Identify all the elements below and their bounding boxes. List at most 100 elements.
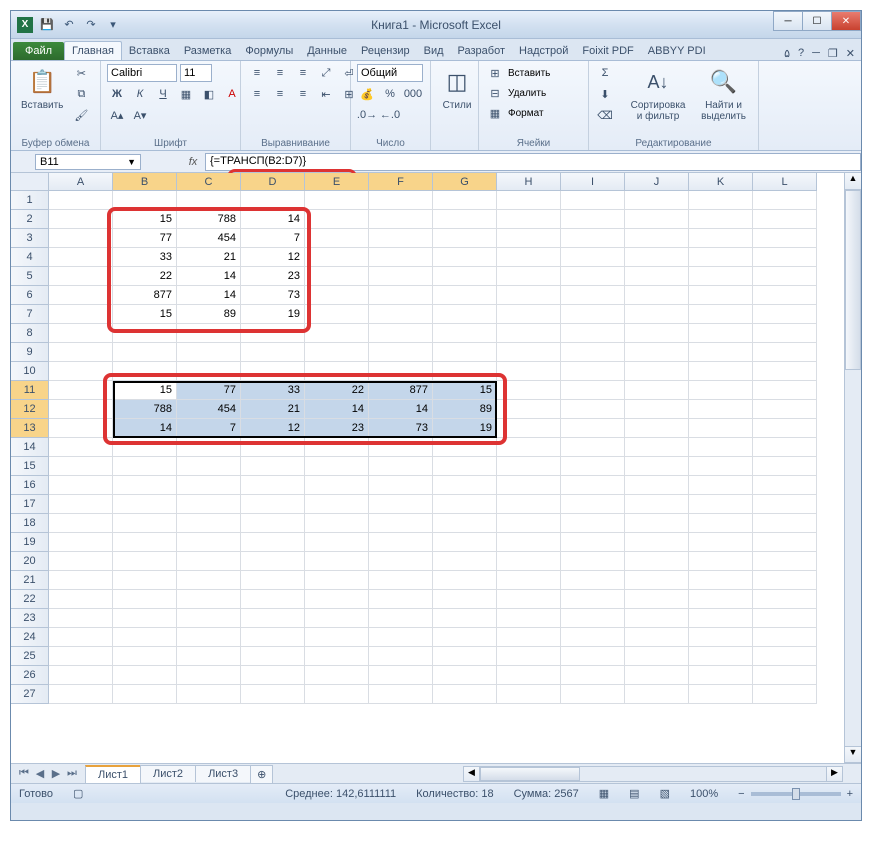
cell-G5[interactable] [433,267,497,286]
column-headers[interactable]: ABCDEFGHIJKL [49,173,817,191]
cell-L27[interactable] [753,685,817,704]
cell-H17[interactable] [497,495,561,514]
cell-J16[interactable] [625,476,689,495]
cell-A17[interactable] [49,495,113,514]
cell-A18[interactable] [49,514,113,533]
comma-icon[interactable]: 000 [403,85,423,103]
cell-E27[interactable] [305,685,369,704]
row-headers[interactable]: 1234567891011121314151617181920212223242… [11,191,49,704]
vertical-scrollbar[interactable]: ▲ ▼ [844,173,861,763]
cell-J4[interactable] [625,248,689,267]
cell-I5[interactable] [561,267,625,286]
cell-I7[interactable] [561,305,625,324]
cell-C11[interactable]: 77 [177,381,241,400]
cell-I11[interactable] [561,381,625,400]
doc-close-icon[interactable]: ✕ [846,47,855,60]
cell-H11[interactable] [497,381,561,400]
cell-J17[interactable] [625,495,689,514]
cell-C14[interactable] [177,438,241,457]
cell-E21[interactable] [305,571,369,590]
sheet-tab-3[interactable]: Лист3 [195,765,251,782]
cell-A14[interactable] [49,438,113,457]
cell-L8[interactable] [753,324,817,343]
cell-L12[interactable] [753,400,817,419]
cell-K17[interactable] [689,495,753,514]
cell-D16[interactable] [241,476,305,495]
zoom-out-icon[interactable]: − [738,788,744,800]
cell-E16[interactable] [305,476,369,495]
zoom-in-icon[interactable]: + [847,788,853,800]
worksheet-grid[interactable]: ABCDEFGHIJKL 123456789101112131415161718… [11,173,861,763]
cell-H8[interactable] [497,324,561,343]
row-header-6[interactable]: 6 [11,286,49,305]
cell-J15[interactable] [625,457,689,476]
redo-icon[interactable]: ↷ [83,17,99,33]
cell-E8[interactable] [305,324,369,343]
cell-I10[interactable] [561,362,625,381]
col-header-B[interactable]: B [113,173,177,191]
cell-F22[interactable] [369,590,433,609]
cell-B24[interactable] [113,628,177,647]
cell-F19[interactable] [369,533,433,552]
align-right-icon[interactable]: ≡ [293,85,313,103]
view-pagebreak-icon[interactable]: ▧ [660,787,670,800]
cell-H3[interactable] [497,229,561,248]
cell-C26[interactable] [177,666,241,685]
cell-D24[interactable] [241,628,305,647]
row-header-24[interactable]: 24 [11,628,49,647]
cell-L7[interactable] [753,305,817,324]
cell-L19[interactable] [753,533,817,552]
row-header-7[interactable]: 7 [11,305,49,324]
cell-K5[interactable] [689,267,753,286]
cell-A24[interactable] [49,628,113,647]
cell-I4[interactable] [561,248,625,267]
cell-C16[interactable] [177,476,241,495]
cell-J1[interactable] [625,191,689,210]
cell-B27[interactable] [113,685,177,704]
cell-D2[interactable]: 14 [241,210,305,229]
cell-C1[interactable] [177,191,241,210]
cell-E25[interactable] [305,647,369,666]
minimize-button[interactable]: ─ [773,11,803,31]
cell-G8[interactable] [433,324,497,343]
sheet-tab-1[interactable]: Лист1 [85,765,141,783]
cell-K11[interactable] [689,381,753,400]
new-sheet-button[interactable]: ⊕ [250,765,273,783]
cell-E5[interactable] [305,267,369,286]
cell-L3[interactable] [753,229,817,248]
cell-J22[interactable] [625,590,689,609]
cell-G26[interactable] [433,666,497,685]
font-color-button[interactable]: A [222,85,242,103]
cell-A23[interactable] [49,609,113,628]
cell-I20[interactable] [561,552,625,571]
cell-J10[interactable] [625,362,689,381]
cell-E13[interactable]: 23 [305,419,369,438]
save-icon[interactable]: 💾 [39,17,55,33]
cell-H26[interactable] [497,666,561,685]
cell-K26[interactable] [689,666,753,685]
cell-E22[interactable] [305,590,369,609]
cell-F16[interactable] [369,476,433,495]
cell-B8[interactable] [113,324,177,343]
close-button[interactable]: ✕ [831,11,861,31]
cell-A8[interactable] [49,324,113,343]
cell-H20[interactable] [497,552,561,571]
cell-F27[interactable] [369,685,433,704]
cell-J24[interactable] [625,628,689,647]
cell-E26[interactable] [305,666,369,685]
cell-C20[interactable] [177,552,241,571]
cell-L25[interactable] [753,647,817,666]
col-header-H[interactable]: H [497,173,561,191]
row-header-26[interactable]: 26 [11,666,49,685]
cell-L6[interactable] [753,286,817,305]
sheet-nav-next-icon[interactable]: ▶ [49,767,63,780]
cell-C25[interactable] [177,647,241,666]
cell-C23[interactable] [177,609,241,628]
cell-G14[interactable] [433,438,497,457]
percent-icon[interactable]: % [380,85,400,103]
col-header-E[interactable]: E [305,173,369,191]
cell-J23[interactable] [625,609,689,628]
cell-L1[interactable] [753,191,817,210]
cell-A11[interactable] [49,381,113,400]
currency-icon[interactable]: 💰 [357,85,377,103]
